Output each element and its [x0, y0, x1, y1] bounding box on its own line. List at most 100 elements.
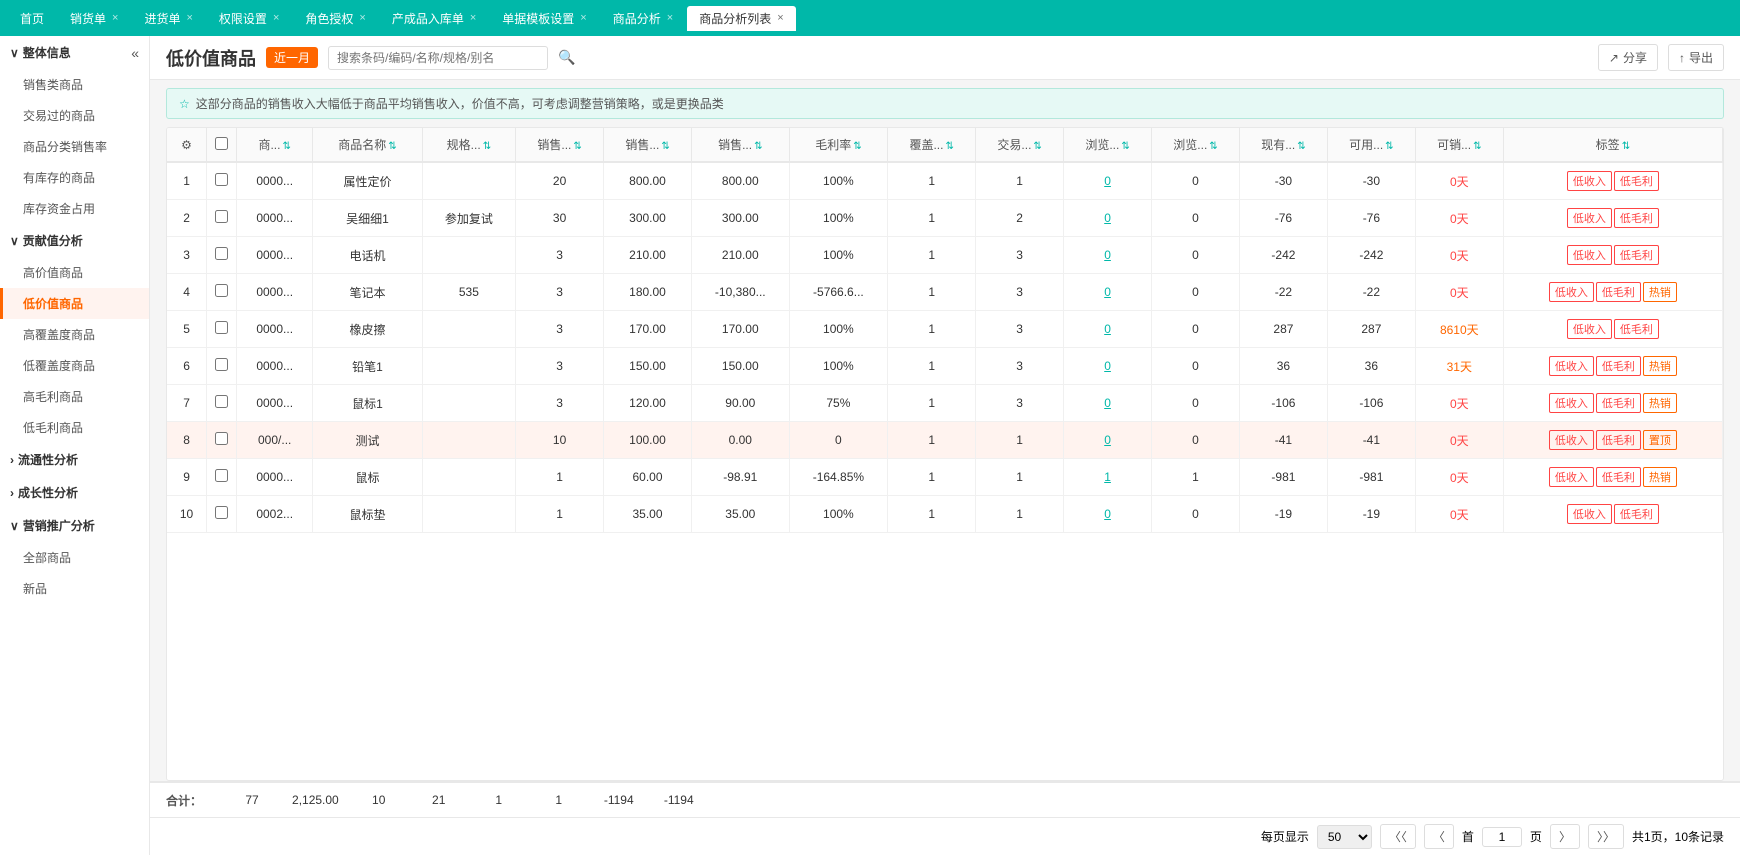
nav-home[interactable]: 首页	[8, 6, 56, 31]
col-gross-rate[interactable]: 毛利率⇅	[789, 128, 888, 162]
data-table-container[interactable]: ⚙ 商...⇅ 商品名称⇅ 规格...⇅ 销售...⇅ 销售...⇅ 销售...…	[166, 127, 1724, 781]
sidebar-item-low-coverage[interactable]: 低覆盖度商品	[0, 350, 149, 381]
row-checkbox[interactable]	[207, 162, 237, 200]
col-sales-qty[interactable]: 销售...⇅	[516, 128, 604, 162]
col-trade[interactable]: 交易...⇅	[976, 128, 1064, 162]
row-checkbox[interactable]	[207, 385, 237, 422]
search-button[interactable]: 🔍	[558, 49, 575, 66]
col-checkbox[interactable]	[207, 128, 237, 162]
browse1-value[interactable]: 0	[1104, 433, 1111, 447]
row-checkbox[interactable]	[207, 200, 237, 237]
browse1-value[interactable]: 0	[1104, 248, 1111, 262]
col-code[interactable]: 商...⇅	[237, 128, 313, 162]
col-available[interactable]: 可用...⇅	[1327, 128, 1415, 162]
sidebar-item-new-goods[interactable]: 新品	[0, 573, 149, 604]
browse1-value[interactable]: 0	[1104, 507, 1111, 521]
nav-template[interactable]: 单据模板设置 ×	[490, 6, 598, 31]
period-button[interactable]: 近一月	[266, 47, 318, 68]
nav-permission-close[interactable]: ×	[273, 12, 279, 24]
browse1-value[interactable]: 0	[1104, 322, 1111, 336]
sidebar-item-low-margin[interactable]: 低毛利商品	[0, 412, 149, 443]
col-coverage[interactable]: 覆盖...⇅	[888, 128, 976, 162]
col-current[interactable]: 现有...⇅	[1239, 128, 1327, 162]
sidebar-item-stock-goods[interactable]: 有库存的商品	[0, 162, 149, 193]
row-checkbox[interactable]	[207, 459, 237, 496]
browse1-value[interactable]: 0	[1104, 359, 1111, 373]
sidebar-item-high-margin[interactable]: 高毛利商品	[0, 381, 149, 412]
sidebar-item-traded-goods[interactable]: 交易过的商品	[0, 100, 149, 131]
row-browse1[interactable]: 1	[1064, 459, 1152, 496]
browse1-value[interactable]: 0	[1104, 285, 1111, 299]
nav-sales-order[interactable]: 销货单 ×	[58, 6, 130, 31]
browse1-value[interactable]: 0	[1104, 174, 1111, 188]
export-button[interactable]: ↑ 导出	[1668, 44, 1724, 71]
sidebar-item-all-goods[interactable]: 全部商品	[0, 542, 149, 573]
page-number-input[interactable]	[1482, 827, 1522, 847]
nav-purchase-close[interactable]: ×	[186, 12, 192, 24]
sidebar-group-circulation[interactable]: › 流通性分析	[0, 443, 149, 476]
sidebar-item-category-rate[interactable]: 商品分类销售率	[0, 131, 149, 162]
row-browse1[interactable]: 0	[1064, 422, 1152, 459]
row-checkbox[interactable]	[207, 422, 237, 459]
col-tags[interactable]: 标签⇅	[1503, 128, 1722, 162]
row-browse1[interactable]: 0	[1064, 385, 1152, 422]
browse1-value[interactable]: 1	[1104, 470, 1111, 484]
row-spec	[422, 311, 515, 348]
select-all-checkbox[interactable]	[215, 137, 228, 150]
browse1-value[interactable]: 0	[1104, 396, 1111, 410]
last-page-btn[interactable]: 〉〉	[1588, 824, 1624, 849]
sidebar-item-low-value[interactable]: 低价值商品	[0, 288, 149, 319]
row-checkbox[interactable]	[207, 311, 237, 348]
col-browse2[interactable]: 浏览...⇅	[1152, 128, 1240, 162]
first-page-btn[interactable]: 〈〈	[1380, 824, 1416, 849]
nav-product-analysis[interactable]: 商品分析 ×	[601, 6, 685, 31]
nav-analysis-list-close[interactable]: ×	[777, 12, 783, 24]
nav-product-in-close[interactable]: ×	[470, 12, 476, 24]
nav-purchase-order[interactable]: 进货单 ×	[132, 6, 204, 31]
row-browse1[interactable]: 0	[1064, 162, 1152, 200]
row-browse1[interactable]: 0	[1064, 274, 1152, 311]
nav-role-close[interactable]: ×	[359, 12, 365, 24]
sidebar-group-growth[interactable]: › 成长性分析	[0, 476, 149, 509]
browse1-value[interactable]: 0	[1104, 211, 1111, 225]
col-sales-gross[interactable]: 销售...⇅	[691, 128, 789, 162]
nav-template-close[interactable]: ×	[580, 12, 586, 24]
sidebar-item-high-value[interactable]: 高价值商品	[0, 257, 149, 288]
page-size-select[interactable]: 50 100 200	[1317, 825, 1372, 849]
row-sales-qty: 1	[516, 496, 604, 533]
sidebar-group-contribution[interactable]: ∨ 贡献值分析	[0, 224, 149, 257]
row-checkbox[interactable]	[207, 274, 237, 311]
sidebar-item-high-coverage[interactable]: 高覆盖度商品	[0, 319, 149, 350]
row-checkbox[interactable]	[207, 237, 237, 274]
col-browse1[interactable]: 浏览...⇅	[1064, 128, 1152, 162]
col-settings[interactable]: ⚙	[167, 128, 207, 162]
row-name: 测试	[313, 422, 422, 459]
sidebar-group-overview[interactable]: ∨ 整体信息 «	[0, 36, 149, 69]
nav-product-analysis-close[interactable]: ×	[667, 12, 673, 24]
nav-analysis-list[interactable]: 商品分析列表 ×	[687, 6, 795, 31]
row-browse1[interactable]: 0	[1064, 311, 1152, 348]
search-input[interactable]	[328, 46, 548, 70]
sidebar-collapse-btn[interactable]: «	[131, 45, 139, 61]
next-page-btn[interactable]: 〉	[1550, 824, 1580, 849]
sidebar-item-stock-funds[interactable]: 库存资金占用	[0, 193, 149, 224]
col-spec[interactable]: 规格...⇅	[422, 128, 515, 162]
share-button[interactable]: ↗ 分享	[1598, 44, 1658, 71]
sidebar-item-sales-goods[interactable]: 销售类商品	[0, 69, 149, 100]
nav-product-in[interactable]: 产成品入库单 ×	[380, 6, 488, 31]
col-sales-amount[interactable]: 销售...⇅	[604, 128, 692, 162]
row-checkbox[interactable]	[207, 496, 237, 533]
prev-page-btn[interactable]: 〈	[1424, 824, 1454, 849]
col-name[interactable]: 商品名称⇅	[313, 128, 422, 162]
row-sales-gross: 800.00	[691, 162, 789, 200]
row-browse1[interactable]: 0	[1064, 348, 1152, 385]
col-saleable[interactable]: 可销...⇅	[1415, 128, 1503, 162]
nav-role-auth[interactable]: 角色授权 ×	[293, 6, 377, 31]
row-browse1[interactable]: 0	[1064, 200, 1152, 237]
row-browse1[interactable]: 0	[1064, 496, 1152, 533]
row-browse1[interactable]: 0	[1064, 237, 1152, 274]
nav-permission[interactable]: 权限设置 ×	[207, 6, 291, 31]
row-checkbox[interactable]	[207, 348, 237, 385]
sidebar-group-marketing[interactable]: ∨ 营销推广分析	[0, 509, 149, 542]
nav-sales-close[interactable]: ×	[112, 12, 118, 24]
